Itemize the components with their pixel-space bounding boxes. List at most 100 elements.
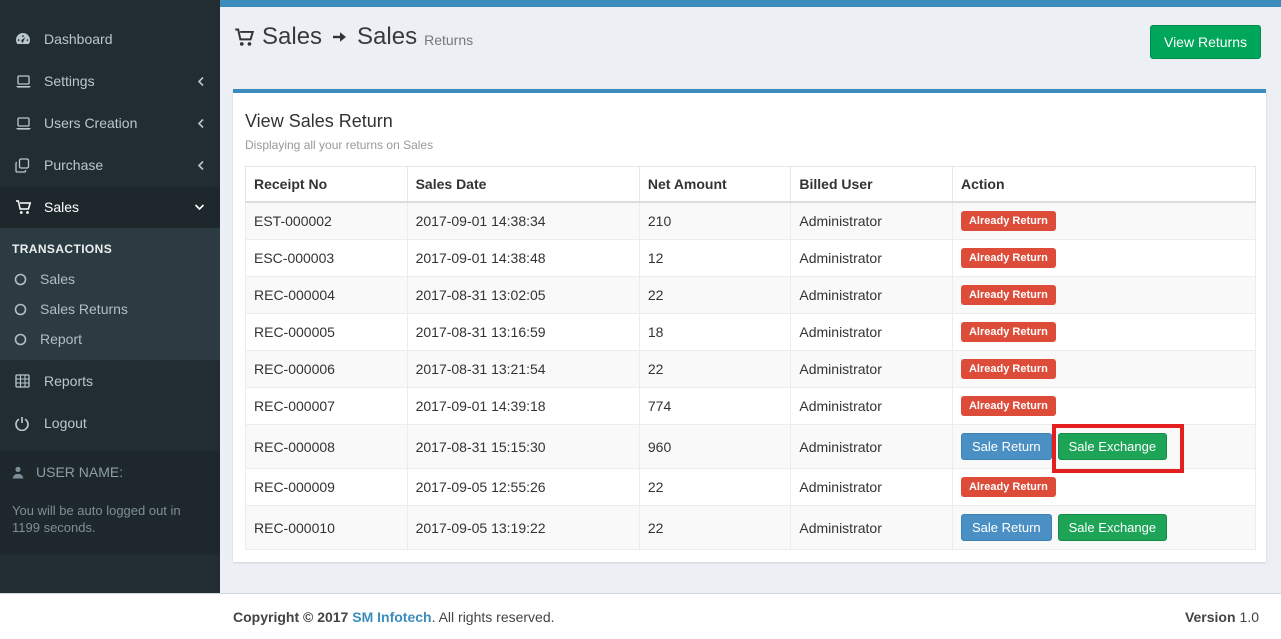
- table-row: REC-000007 2017-09-01 14:39:18 774 Administ…: [245, 387, 1257, 425]
- sidebar-item-reports[interactable]: Reports: [0, 360, 220, 402]
- billed-user-cell: Administrator: [790, 276, 953, 314]
- sales-date-cell: 2017-08-31 13:16:59: [406, 313, 640, 351]
- sale-return-button[interactable]: Sale Return: [960, 433, 1052, 460]
- breadcrumb-section[interactable]: Sales: [262, 23, 322, 51]
- net-amount-cell: 774: [638, 387, 792, 425]
- arrow-right-icon: [332, 31, 347, 43]
- receipt-no-cell: REC-000010: [245, 505, 408, 550]
- sale-return-button[interactable]: Sale Return: [960, 514, 1052, 541]
- receipt-no-cell: REC-000008: [245, 424, 408, 469]
- already-return-badge: Already Return: [960, 211, 1056, 231]
- sales-table-body: EST-000002 2017-09-01 14:38:34 210 Administ…: [245, 201, 1257, 550]
- net-amount-cell: 22: [638, 468, 792, 506]
- submenu-item-sales-returns[interactable]: Sales Returns: [0, 294, 220, 324]
- net-amount-cell: 12: [638, 239, 792, 277]
- company-link[interactable]: SM Infotech: [352, 609, 431, 625]
- cart-icon: [234, 27, 255, 47]
- footer: Copyright © 2017 SM Infotech. All rights…: [0, 593, 1281, 639]
- table-header-row: Receipt No Sales Date Net Amount Billed …: [245, 166, 1257, 203]
- billed-user-cell: Administrator: [790, 350, 953, 388]
- circle-o-icon: [14, 303, 34, 316]
- already-return-badge: Already Return: [960, 359, 1056, 379]
- version-label: Version: [1184, 608, 1236, 625]
- net-amount-cell: 22: [638, 505, 792, 550]
- view-returns-button[interactable]: View Returns: [1149, 25, 1261, 59]
- sidebar-item-label: Users Creation: [44, 115, 138, 131]
- sale-exchange-button[interactable]: Sale Exchange: [1057, 514, 1168, 541]
- sales-returns-table: Receipt No Sales Date Net Amount Billed …: [245, 166, 1257, 550]
- sidebar-item-purchase[interactable]: Purchase: [0, 144, 220, 186]
- content-header: Sales Sales Returns View Returns: [220, 7, 1281, 59]
- circle-o-icon: [14, 333, 34, 346]
- sales-submenu: TRANSACTIONS Sales Sales Returns Report: [0, 228, 220, 360]
- net-amount-cell: 210: [638, 201, 792, 240]
- panel-subtitle: Displaying all your returns on Sales: [245, 138, 434, 152]
- sales-date-cell: 2017-08-31 13:02:05: [406, 276, 640, 314]
- column-header-billed-user: Billed User: [790, 166, 953, 203]
- billed-user-cell: Administrator: [790, 313, 953, 351]
- sales-date-cell: 2017-09-05 13:19:22: [406, 505, 640, 550]
- action-cell: Already Return: [951, 201, 1257, 240]
- net-amount-cell: 22: [638, 276, 792, 314]
- submenu-item-label: Report: [40, 331, 83, 347]
- circle-o-icon: [14, 273, 34, 286]
- chevron-down-icon: [194, 203, 205, 211]
- receipt-no-cell: REC-000007: [245, 387, 408, 425]
- sales-date-cell: 2017-09-01 14:38:48: [406, 239, 640, 277]
- sidebar-item-label: Logout: [44, 415, 87, 431]
- page-subtitle: Returns: [424, 32, 474, 48]
- highlight-box: Sale Exchange: [1051, 424, 1185, 473]
- column-header-net-amount: Net Amount: [638, 166, 792, 203]
- sale-exchange-button[interactable]: Sale Exchange: [1057, 433, 1168, 460]
- submenu-section-label: TRANSACTIONS: [12, 242, 113, 256]
- sidebar-item-settings[interactable]: Settings: [0, 60, 220, 102]
- submenu-item-report[interactable]: Report: [0, 324, 220, 354]
- auto-logout-note: You will be auto logged out in 1199 seco…: [12, 503, 181, 535]
- billed-user-cell: Administrator: [790, 201, 953, 240]
- copyright-text: Copyright © 2017 SM Infotech. All rights…: [233, 609, 555, 625]
- sidebar-item-logout[interactable]: Logout: [0, 402, 220, 444]
- power-off-icon: [15, 416, 37, 431]
- net-amount-cell: 22: [638, 350, 792, 388]
- sidebar-item-label: Settings: [44, 73, 95, 89]
- billed-user-cell: Administrator: [790, 468, 953, 506]
- sidebar: Dashboard Settings Users Creation Purcha…: [0, 0, 220, 593]
- table-row: REC-000006 2017-08-31 13:21:54 22 Administr…: [245, 350, 1257, 388]
- billed-user-cell: Administrator: [790, 387, 953, 425]
- sales-date-cell: 2017-08-31 13:21:54: [406, 350, 640, 388]
- already-return-badge: Already Return: [960, 477, 1056, 497]
- table-row: REC-000010 2017-09-05 13:19:22 22 Administr…: [245, 505, 1257, 550]
- sales-return-panel: View Sales Return Displaying all your re…: [233, 89, 1266, 562]
- chevron-left-icon: [197, 160, 205, 171]
- copyright-prefix: Copyright © 2017: [233, 608, 349, 625]
- laptop-icon: [15, 116, 37, 131]
- already-return-badge: Already Return: [960, 322, 1056, 342]
- action-cell: Already Return: [951, 239, 1257, 277]
- chevron-left-icon: [197, 76, 205, 87]
- submenu-item-label: Sales Returns: [40, 301, 128, 317]
- table-row: REC-000008 2017-08-31 15:15:30 960 Administ…: [245, 424, 1257, 473]
- sales-date-cell: 2017-08-31 15:15:30: [406, 424, 640, 469]
- main-content: Sales Sales Returns View Returns View Sa…: [220, 0, 1281, 593]
- net-amount-cell: 960: [638, 424, 792, 469]
- action-cell: Already Return: [951, 387, 1257, 425]
- receipt-no-cell: REC-000006: [245, 350, 408, 388]
- already-return-badge: Already Return: [960, 285, 1056, 305]
- sales-date-cell: 2017-09-05 12:55:26: [406, 468, 640, 506]
- sidebar-item-label: Sales: [44, 199, 80, 215]
- action-cell: Sale Return Sale Exchange: [951, 424, 1257, 473]
- column-header-receipt-no: Receipt No: [245, 166, 408, 203]
- submenu-item-sales[interactable]: Sales: [0, 264, 220, 294]
- top-accent-bar: [220, 0, 1281, 7]
- receipt-no-cell: REC-000009: [245, 468, 408, 506]
- billed-user-cell: Administrator: [790, 505, 953, 550]
- table-row: ESC-000003 2017-09-01 14:38:48 12 Administr…: [245, 239, 1257, 277]
- sidebar-item-users-creation[interactable]: Users Creation: [0, 102, 220, 144]
- table-icon: [15, 374, 37, 388]
- receipt-no-cell: REC-000004: [245, 276, 408, 314]
- sidebar-item-sales[interactable]: Sales: [0, 186, 220, 228]
- sidebar-item-dashboard[interactable]: Dashboard: [0, 18, 220, 60]
- cart-icon: [15, 199, 37, 215]
- table-row: REC-000005 2017-08-31 13:16:59 18 Administr…: [245, 313, 1257, 351]
- user-name-label: USER NAME:: [36, 464, 124, 480]
